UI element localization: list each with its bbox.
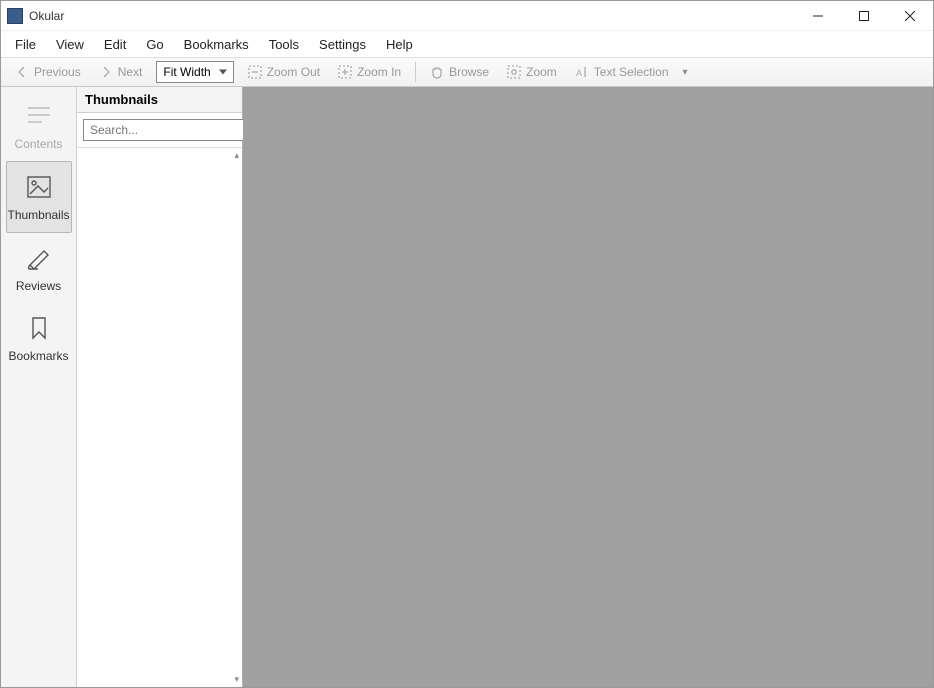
maximize-button[interactable] [841, 1, 887, 30]
previous-button[interactable]: Previous [7, 62, 89, 82]
zoom-in-label: Zoom In [357, 65, 401, 79]
window-title: Okular [29, 9, 64, 23]
zoom-select[interactable]: Fit Width [156, 61, 233, 83]
close-icon [905, 11, 915, 21]
toolbar-separator [415, 62, 416, 82]
main-area: Contents Thumbnails Reviews Bookmarks [1, 87, 933, 687]
menu-bookmarks[interactable]: Bookmarks [174, 33, 259, 56]
close-button[interactable] [887, 1, 933, 30]
previous-label: Previous [34, 65, 81, 79]
window-controls [795, 1, 933, 30]
tab-contents-label: Contents [14, 137, 62, 151]
scrollbar[interactable] [228, 162, 240, 673]
scroll-up-button[interactable]: ▴ [234, 150, 239, 161]
zoom-tool-button[interactable]: Zoom [499, 62, 565, 82]
tab-reviews-label: Reviews [16, 279, 61, 293]
svg-text:A: A [576, 68, 582, 78]
menu-tools[interactable]: Tools [259, 33, 309, 56]
zoom-tool-icon [507, 65, 521, 79]
document-viewer[interactable] [243, 87, 933, 687]
tab-reviews[interactable]: Reviews [6, 233, 72, 303]
menu-help[interactable]: Help [376, 33, 423, 56]
tab-bookmarks-label: Bookmarks [8, 349, 68, 363]
menu-view[interactable]: View [46, 33, 94, 56]
menubar: File View Edit Go Bookmarks Tools Settin… [1, 31, 933, 57]
panel-search-row [77, 113, 242, 148]
menu-settings[interactable]: Settings [309, 33, 376, 56]
minimize-button[interactable] [795, 1, 841, 30]
browse-button[interactable]: Browse [422, 62, 497, 82]
zoom-in-icon [338, 65, 352, 79]
panel-header: Thumbnails [77, 87, 242, 113]
scroll-down-button[interactable]: ▾ [234, 674, 239, 685]
app-window: Okular File View Edit Go Bookmarks Tools… [0, 0, 934, 688]
chevron-left-icon [15, 65, 29, 79]
tab-thumbnails-label: Thumbnails [7, 208, 69, 222]
text-selection-button[interactable]: A Text Selection [567, 62, 677, 82]
zoom-out-label: Zoom Out [267, 65, 320, 79]
tab-thumbnails[interactable]: Thumbnails [6, 161, 72, 233]
text-selection-icon: A [575, 65, 589, 79]
next-button[interactable]: Next [91, 62, 151, 82]
zoom-select-value: Fit Width [163, 65, 210, 79]
zoom-tool-label: Zoom [526, 65, 557, 79]
app-icon [7, 8, 23, 24]
bookmarks-icon [22, 313, 56, 343]
menu-file[interactable]: File [5, 33, 46, 56]
zoom-out-icon [248, 65, 262, 79]
thumbnails-icon [22, 172, 56, 202]
hand-icon [430, 65, 444, 79]
maximize-icon [859, 11, 869, 21]
tab-contents[interactable]: Contents [6, 91, 72, 161]
thumbnails-panel: Thumbnails ▴ ▾ [77, 87, 243, 687]
contents-icon [22, 101, 56, 131]
titlebar: Okular [1, 1, 933, 31]
thumbnails-list: ▴ ▾ [77, 148, 242, 687]
next-label: Next [118, 65, 143, 79]
chevron-right-icon [99, 65, 113, 79]
toolbar-overflow[interactable]: ▾ [679, 67, 692, 78]
toolbar: Previous Next Fit Width Zoom Out Zoom In… [1, 57, 933, 87]
menu-edit[interactable]: Edit [94, 33, 136, 56]
zoom-out-button[interactable]: Zoom Out [240, 62, 328, 82]
zoom-in-button[interactable]: Zoom In [330, 62, 409, 82]
browse-label: Browse [449, 65, 489, 79]
text-selection-label: Text Selection [594, 65, 669, 79]
reviews-icon [22, 243, 56, 273]
tab-bookmarks[interactable]: Bookmarks [6, 303, 72, 373]
search-input[interactable] [83, 119, 252, 141]
menu-go[interactable]: Go [136, 33, 173, 56]
side-tabs: Contents Thumbnails Reviews Bookmarks [1, 87, 77, 687]
minimize-icon [813, 11, 823, 21]
